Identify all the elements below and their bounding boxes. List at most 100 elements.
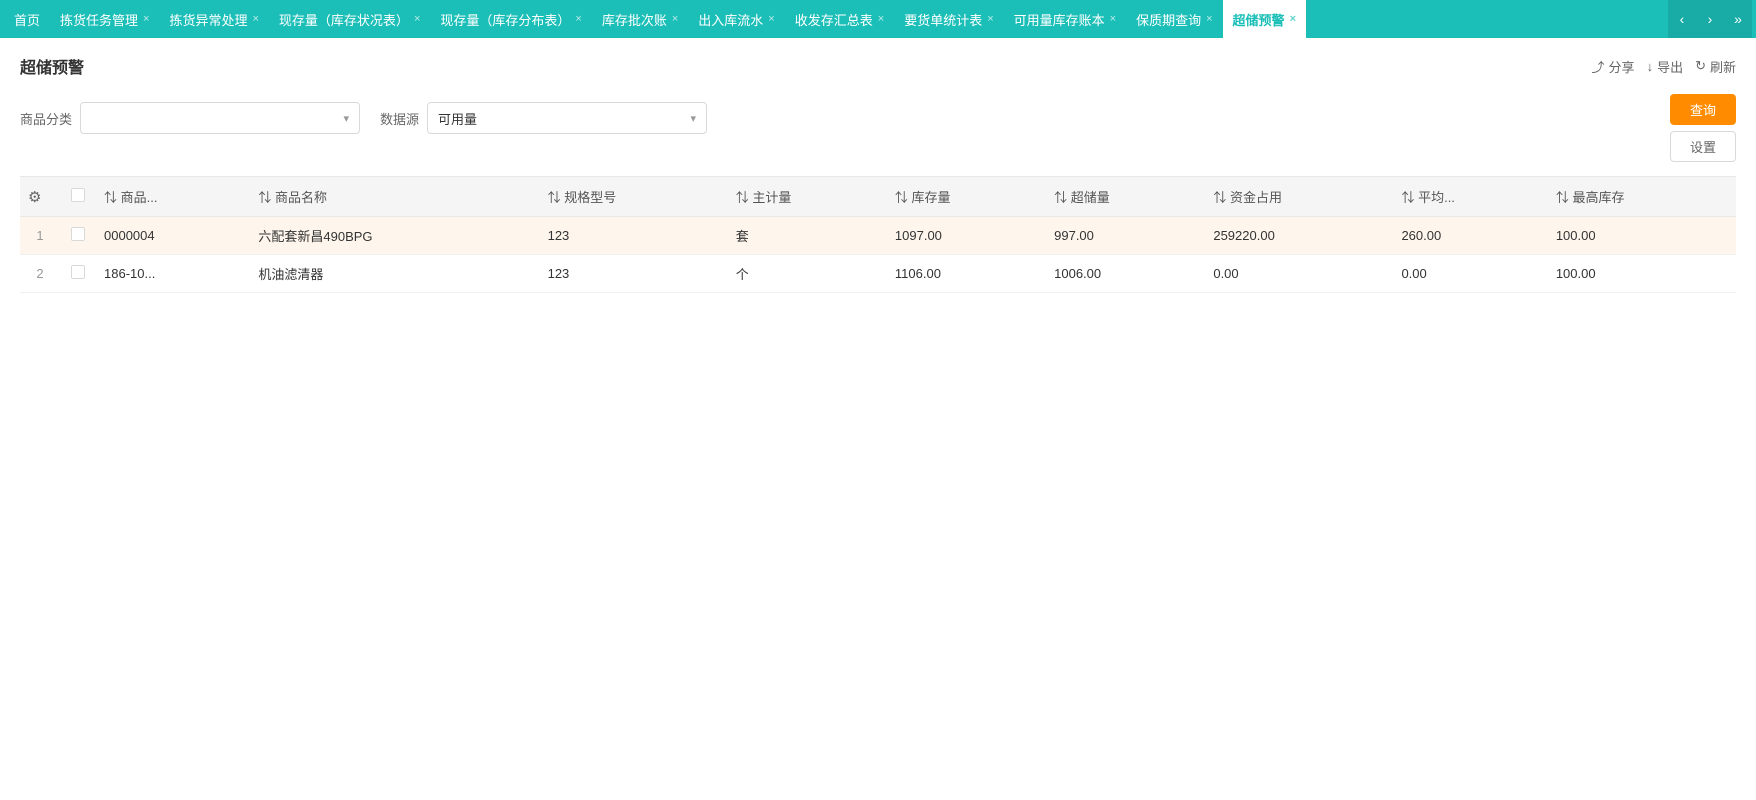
row-checkbox[interactable] bbox=[71, 265, 85, 279]
row-num: 1 bbox=[20, 217, 60, 255]
nav-pick-exception[interactable]: 拣货异常处理 × bbox=[159, 0, 268, 38]
th-avg-label: 平均... bbox=[1418, 190, 1455, 205]
query-button[interactable]: 查询 bbox=[1670, 94, 1736, 125]
main-content: 超储预警 ⤴ 分享 ↓ 导出 ↻ 刷新 商品分类 ▾ bbox=[0, 38, 1756, 800]
datasource-label: 数据源 bbox=[380, 109, 419, 128]
share-label: 分享 bbox=[1609, 57, 1635, 76]
th-stock: ⇅ 库存量 bbox=[887, 177, 1046, 217]
nav-available-account[interactable]: 可用量库存账本 × bbox=[1004, 0, 1126, 38]
nav-inventory-dist[interactable]: 现存量（库存分布表） × bbox=[430, 0, 591, 38]
nav-recv-summary-label: 收发存汇总表 bbox=[795, 10, 873, 29]
nav-overstock-close[interactable]: × bbox=[1290, 13, 1296, 25]
th-avg: ⇅ 平均... bbox=[1393, 177, 1547, 217]
nav-recv-summary-close[interactable]: × bbox=[878, 13, 884, 25]
nav-overstock[interactable]: 超储预警 × bbox=[1223, 0, 1306, 38]
th-over-stock-label: 超储量 bbox=[1071, 190, 1110, 205]
row-checkbox[interactable] bbox=[71, 227, 85, 241]
sort-icon-6[interactable]: ⇅ bbox=[1054, 190, 1067, 205]
nav-batch-account-close[interactable]: × bbox=[672, 13, 678, 25]
nav-inventory-status-label: 现存量（库存状况表） bbox=[279, 10, 409, 29]
sort-icon-3[interactable]: ⇅ bbox=[548, 190, 561, 205]
nav-next-btn[interactable]: › bbox=[1696, 0, 1724, 38]
sort-icon-4[interactable]: ⇅ bbox=[736, 190, 749, 205]
row-max-stock: 100.00 bbox=[1548, 217, 1736, 255]
export-icon: ↓ bbox=[1647, 59, 1654, 74]
nav-inout-flow[interactable]: 出入库流水 × bbox=[688, 0, 784, 38]
th-product-code-label: 商品... bbox=[121, 190, 158, 205]
th-spec-label: 规格型号 bbox=[564, 190, 616, 205]
page-title: 超储预警 bbox=[20, 54, 84, 78]
row-product-code: 186-10... bbox=[96, 255, 250, 293]
table-row: 2 186-10... 机油滤清器 123 个 1106.00 1006.00 … bbox=[20, 255, 1736, 293]
header-actions: ⤴ 分享 ↓ 导出 ↻ 刷新 bbox=[1592, 57, 1736, 76]
share-icon: ⤴ bbox=[1592, 57, 1605, 76]
th-product-code: ⇅ 商品... bbox=[96, 177, 250, 217]
row-avg: 260.00 bbox=[1393, 217, 1547, 255]
row-max-stock: 100.00 bbox=[1548, 255, 1736, 293]
nav-batch-account[interactable]: 库存批次账 × bbox=[592, 0, 688, 38]
row-stock: 1106.00 bbox=[887, 255, 1046, 293]
nav-inventory-dist-close[interactable]: × bbox=[575, 13, 581, 25]
settings-button[interactable]: 设置 bbox=[1670, 131, 1736, 162]
page-header: 超储预警 ⤴ 分享 ↓ 导出 ↻ 刷新 bbox=[20, 54, 1736, 78]
category-select[interactable]: ▾ bbox=[80, 102, 360, 134]
nav-home[interactable]: 首页 bbox=[4, 0, 50, 38]
nav-inout-flow-close[interactable]: × bbox=[768, 13, 774, 25]
th-checkbox bbox=[60, 177, 96, 217]
nav-inventory-status[interactable]: 现存量（库存状况表） × bbox=[269, 0, 430, 38]
sort-icon-8[interactable]: ⇅ bbox=[1401, 190, 1414, 205]
export-button[interactable]: ↓ 导出 bbox=[1647, 57, 1684, 76]
refresh-button[interactable]: ↻ 刷新 bbox=[1695, 57, 1736, 76]
nav-available-account-close[interactable]: × bbox=[1110, 13, 1116, 25]
nav-inventory-dist-label: 现存量（库存分布表） bbox=[440, 10, 570, 29]
row-product-name: 机油滤清器 bbox=[250, 255, 539, 293]
row-over-stock: 997.00 bbox=[1046, 217, 1205, 255]
nav-inventory-status-close[interactable]: × bbox=[414, 13, 420, 25]
nav-expiry-close[interactable]: × bbox=[1206, 13, 1212, 25]
nav-pick-task-close[interactable]: × bbox=[143, 13, 149, 25]
sort-icon-2[interactable]: ⇅ bbox=[258, 190, 271, 205]
nav-expiry-label: 保质期查询 bbox=[1136, 10, 1201, 29]
table-header-row: ⚙ ⇅ 商品... ⇅ 商品名称 ⇅ 规格型号 ⇅ bbox=[20, 177, 1736, 217]
nav-order-stats-close[interactable]: × bbox=[987, 13, 993, 25]
share-button[interactable]: ⤴ 分享 bbox=[1592, 57, 1635, 76]
nav-pick-task[interactable]: 拣货任务管理 × bbox=[50, 0, 159, 38]
sort-icon-7[interactable]: ⇅ bbox=[1213, 190, 1226, 205]
row-product-code: 0000004 bbox=[96, 217, 250, 255]
filter-area: 商品分类 ▾ 数据源 可用量 ▾ bbox=[20, 94, 1650, 142]
category-label: 商品分类 bbox=[20, 109, 72, 128]
row-stock: 1097.00 bbox=[887, 217, 1046, 255]
row-checkbox-cell bbox=[60, 217, 96, 255]
sort-icon-9[interactable]: ⇅ bbox=[1556, 190, 1569, 205]
nav-pick-exception-close[interactable]: × bbox=[252, 13, 258, 25]
row-product-name: 六配套新昌490BPG bbox=[250, 217, 539, 255]
nav-pick-task-label: 拣货任务管理 bbox=[60, 10, 138, 29]
gear-icon[interactable]: ⚙ bbox=[28, 189, 41, 206]
th-max-stock-label: 最高库存 bbox=[1572, 190, 1624, 205]
datasource-select[interactable]: 可用量 ▾ bbox=[427, 102, 707, 134]
row-unit: 套 bbox=[728, 217, 887, 255]
header-checkbox[interactable] bbox=[71, 188, 85, 202]
sort-icon-5[interactable]: ⇅ bbox=[895, 190, 908, 205]
nav-more-btn[interactable]: » bbox=[1724, 0, 1752, 38]
nav-expiry[interactable]: 保质期查询 × bbox=[1126, 0, 1222, 38]
table-body: 1 0000004 六配套新昌490BPG 123 套 1097.00 997.… bbox=[20, 217, 1736, 293]
th-stock-label: 库存量 bbox=[912, 190, 951, 205]
nav-order-stats-label: 要货单统计表 bbox=[904, 10, 982, 29]
export-label: 导出 bbox=[1657, 57, 1683, 76]
th-capital-use-label: 资金占用 bbox=[1230, 190, 1282, 205]
nav-prev-btn[interactable]: ‹ bbox=[1668, 0, 1696, 38]
nav-recv-summary[interactable]: 收发存汇总表 × bbox=[785, 0, 894, 38]
chevron-down-icon-2: ▾ bbox=[691, 112, 697, 125]
th-spec: ⇅ 规格型号 bbox=[540, 177, 728, 217]
nav-order-stats[interactable]: 要货单统计表 × bbox=[894, 0, 1003, 38]
category-filter: 商品分类 ▾ bbox=[20, 102, 360, 134]
th-product-name: ⇅ 商品名称 bbox=[250, 177, 539, 217]
nav-home-label: 首页 bbox=[14, 10, 40, 29]
nav-overstock-label: 超储预警 bbox=[1233, 10, 1285, 29]
sort-icon[interactable]: ⇅ bbox=[104, 190, 117, 205]
row-avg: 0.00 bbox=[1393, 255, 1547, 293]
nav-pick-exception-label: 拣货异常处理 bbox=[169, 10, 247, 29]
row-spec: 123 bbox=[540, 255, 728, 293]
top-nav: 首页 拣货任务管理 × 拣货异常处理 × 现存量（库存状况表） × 现存量（库存… bbox=[0, 0, 1756, 38]
